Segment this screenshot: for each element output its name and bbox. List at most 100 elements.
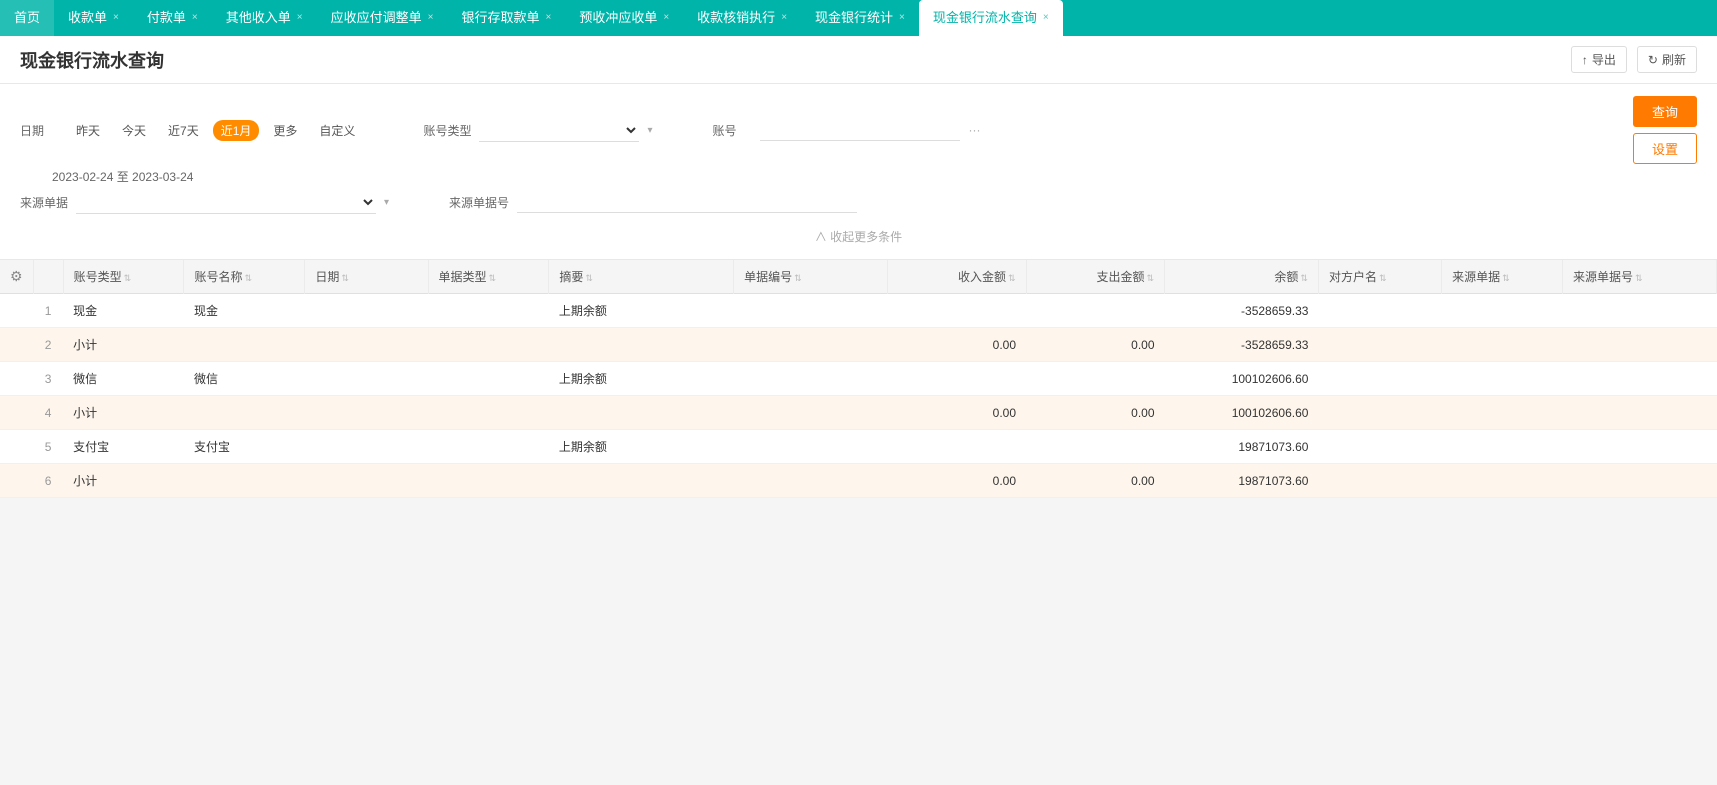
date-filter-group: 日期 昨天 今天 近7天 近1月 更多 自定义 [20,120,363,141]
account-type-select[interactable] [479,119,639,142]
row-date-cell [305,430,428,464]
col-counterparty[interactable]: 对方户名⇅ [1318,260,1441,294]
export-button[interactable]: ↑ 导出 [1571,46,1627,73]
date-more[interactable]: 更多 [265,120,305,141]
filter-area: 日期 昨天 今天 近7天 近1月 更多 自定义 账号类型 ▾ 账号 ··· [0,84,1717,260]
row-account-name-cell: 现金 [184,294,305,328]
nav-collection-execute[interactable]: 收款核销执行 × [683,0,801,36]
row-account-name-cell [184,396,305,430]
row-payment-amount-cell [1026,362,1165,396]
close-icon[interactable]: × [192,0,198,36]
col-date[interactable]: 日期⇅ [305,260,428,294]
source-doc-select[interactable] [76,191,376,214]
col-voucher-no[interactable]: 单据编号⇅ [734,260,888,294]
row-voucher-type-cell [428,430,549,464]
col-balance[interactable]: 余额⇅ [1165,260,1319,294]
sort-icon: ⇅ [244,273,252,283]
query-button[interactable]: 查询 [1633,96,1697,127]
row-gear-cell [0,430,33,464]
nav-cash-bank-flow[interactable]: 现金银行流水查询 × [919,0,1063,36]
source-no-filter-group: 来源单据号 [449,192,857,213]
row-source-no-cell [1562,294,1716,328]
col-voucher-type[interactable]: 单据类型⇅ [428,260,549,294]
account-no-filter-group: 账号 ··· [712,120,980,141]
close-icon[interactable]: × [899,0,905,36]
collapse-bar[interactable]: ∧ 收起更多条件 [20,224,1697,247]
source-no-label: 来源单据号 [449,194,509,211]
col-receipt-amount[interactable]: 收入金额⇅ [888,260,1027,294]
row-summary-cell: 上期余额 [549,294,734,328]
close-icon[interactable]: × [113,0,119,36]
nav-ar-ap-adjust[interactable]: 应收应付调整单 × [317,0,448,36]
row-balance-cell: 100102606.60 [1165,396,1319,430]
row-voucher-no-cell [734,430,888,464]
row-counterparty-cell [1318,294,1441,328]
date-yesterday[interactable]: 昨天 [68,120,108,141]
gear-icon[interactable]: ⚙ [10,268,23,284]
nav-home[interactable]: 首页 [0,0,54,36]
source-doc-filter-group: 来源单据 ▾ [20,191,389,214]
row-summary-cell [549,464,734,498]
close-icon[interactable]: × [428,0,434,36]
row-voucher-no-cell [734,294,888,328]
nav-payment[interactable]: 付款单 × [133,0,212,36]
table-row: 4小计0.000.00100102606.60 [0,396,1717,430]
close-icon[interactable]: × [1043,0,1049,36]
col-account-type[interactable]: 账号类型⇅ [63,260,184,294]
nav-prepay-offset[interactable]: 预收冲应收单 × [565,0,683,36]
col-source-no[interactable]: 来源单据号⇅ [1562,260,1716,294]
close-icon[interactable]: × [545,0,551,36]
account-no-input[interactable] [760,120,960,141]
row-receipt-amount-cell [888,430,1027,464]
row-source-doc-cell [1442,464,1563,498]
row-receipt-amount-cell: 0.00 [888,396,1027,430]
close-icon[interactable]: × [663,0,669,36]
close-icon[interactable]: × [297,0,303,36]
filter-row-2: 来源单据 ▾ 来源单据号 [20,191,1697,214]
col-payment-amount[interactable]: 支出金额⇅ [1026,260,1165,294]
dropdown-arrow-icon: ▾ [647,125,652,136]
close-icon[interactable]: × [781,0,787,36]
row-account-type-cell: 支付宝 [63,430,184,464]
row-gear-cell [0,294,33,328]
row-counterparty-cell [1318,362,1441,396]
row-gear-cell [0,328,33,362]
row-account-name-cell: 微信 [184,362,305,396]
nav-other-income[interactable]: 其他收入单 × [212,0,317,36]
sort-icon: ⇅ [124,273,132,283]
nav-cash-bank-stats[interactable]: 现金银行统计 × [801,0,919,36]
nav-bank-deposit[interactable]: 银行存取款单 × [447,0,565,36]
page-header: 现金银行流水查询 ↑ 导出 ↻ 刷新 [0,36,1717,84]
col-source-doc[interactable]: 来源单据⇅ [1442,260,1563,294]
row-receipt-amount-cell [888,294,1027,328]
account-type-label: 账号类型 [423,122,471,139]
settings-button[interactable]: 设置 [1633,133,1697,164]
row-gear-cell [0,396,33,430]
row-summary-cell [549,396,734,430]
row-payment-amount-cell [1026,430,1165,464]
row-account-type-cell: 小计 [63,396,184,430]
row-counterparty-cell [1318,328,1441,362]
more-icon[interactable]: ··· [968,123,980,137]
row-voucher-type-cell [428,328,549,362]
refresh-button[interactable]: ↻ 刷新 [1637,46,1697,73]
row-source-no-cell [1562,328,1716,362]
row-voucher-no-cell [734,362,888,396]
row-counterparty-cell [1318,430,1441,464]
row-source-no-cell [1562,396,1716,430]
row-account-type-cell: 小计 [63,464,184,498]
date-custom[interactable]: 自定义 [311,120,363,141]
col-summary[interactable]: 摘要⇅ [549,260,734,294]
row-payment-amount-cell [1026,294,1165,328]
account-no-label: 账号 [712,122,752,139]
date-1month[interactable]: 近1月 [213,120,260,141]
date-today[interactable]: 今天 [114,120,154,141]
source-no-input[interactable] [517,192,857,213]
date-7days[interactable]: 近7天 [160,120,207,141]
sort-icon: ⇅ [1502,273,1510,283]
row-receipt-amount-cell: 0.00 [888,328,1027,362]
row-payment-amount-cell: 0.00 [1026,396,1165,430]
nav-receipt[interactable]: 收款单 × [54,0,133,36]
col-account-name[interactable]: 账号名称⇅ [184,260,305,294]
sort-icon: ⇅ [1379,273,1387,283]
